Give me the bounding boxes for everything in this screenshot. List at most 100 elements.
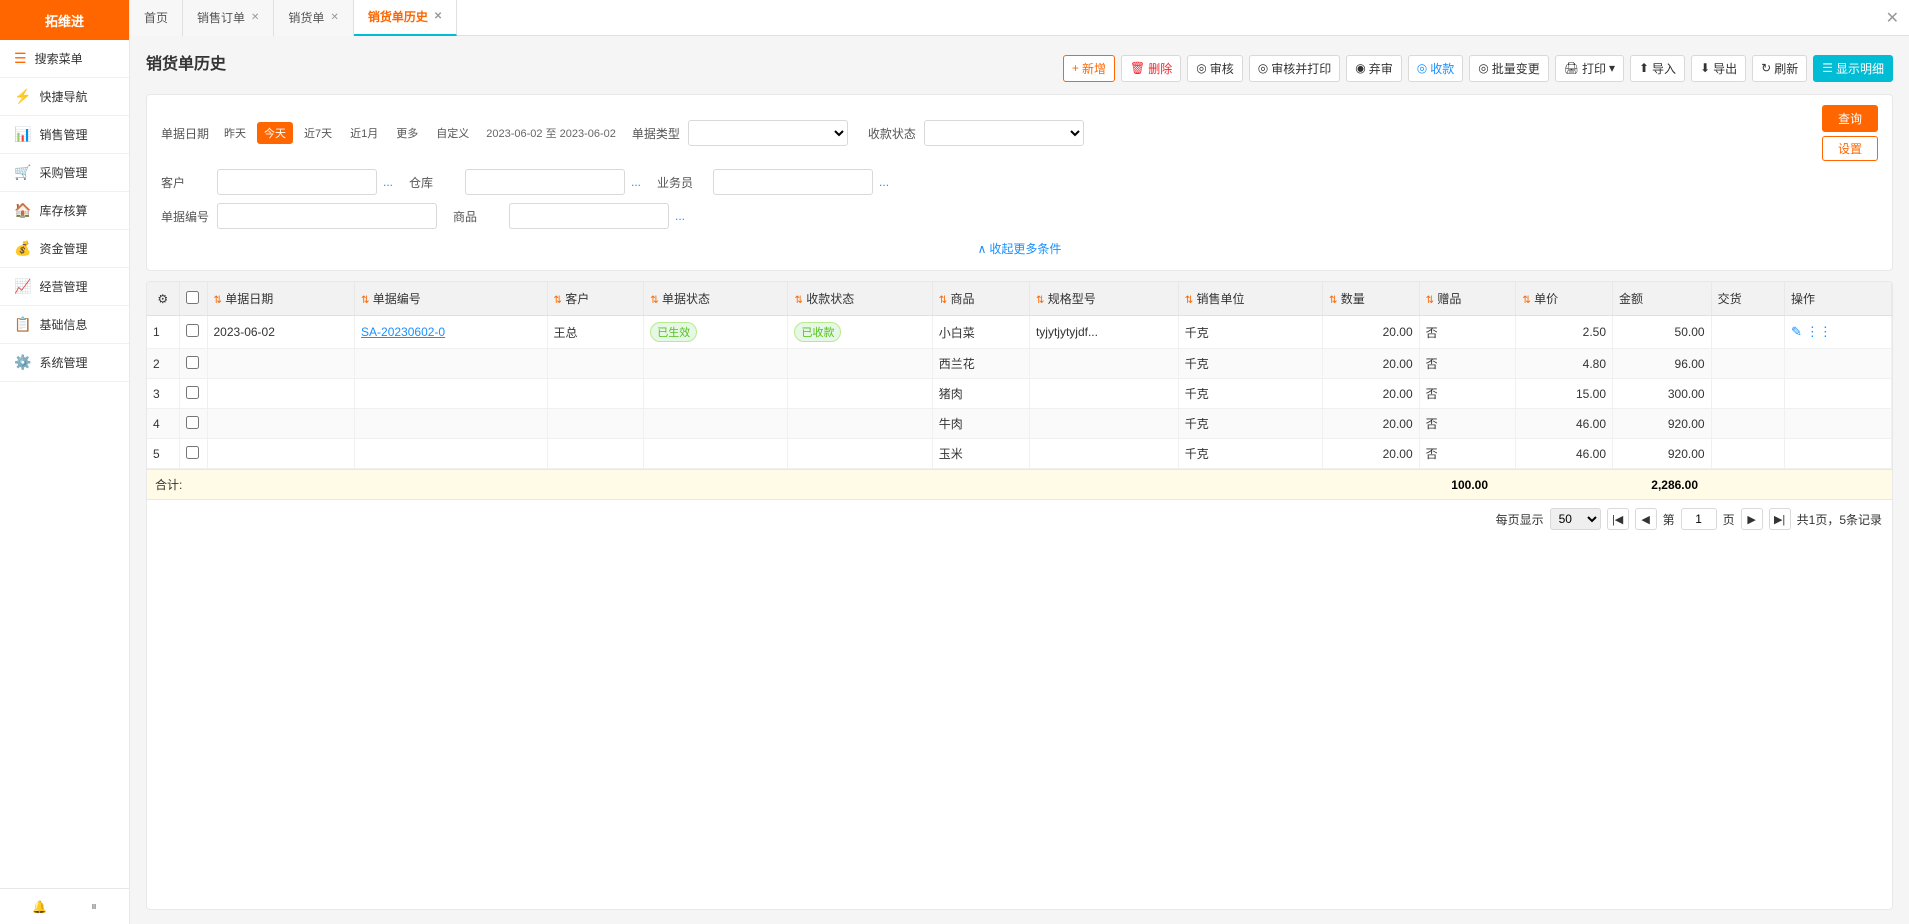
cell-sales-unit: 千克 [1178,316,1322,349]
print-button[interactable]: 🖨 打印 ▾ [1555,55,1624,82]
edit-icon[interactable]: ✎ [1791,324,1802,340]
tab-sales-delivery-history[interactable]: 销货单历史 ✕ [354,0,457,36]
collect-button[interactable]: ◎ 收款 [1408,55,1464,82]
date-btn-today[interactable]: 今天 [257,122,293,144]
payment-status-select[interactable] [924,120,1084,146]
per-page-select[interactable]: 50 100 [1550,508,1601,530]
audit-print-button[interactable]: ◎ 审核并打印 [1249,55,1341,82]
date-shortcuts: 昨天 今天 近7天 近1月 更多 自定义 [217,122,476,144]
row-checkbox-2[interactable] [186,386,199,399]
page-number-input[interactable] [1681,508,1717,530]
tab-sales-order[interactable]: 销售订单 ✕ [183,0,274,36]
tab-sales-delivery-close[interactable]: ✕ [330,12,338,23]
col-checkbox[interactable] [179,282,207,316]
salesperson-dots[interactable]: ... [879,175,889,189]
query-button[interactable]: 查询 [1822,105,1878,132]
cell-unit-price: 46.00 [1516,409,1613,439]
refresh-button[interactable]: ↻ 刷新 [1752,55,1807,82]
cell-action [1784,379,1891,409]
col-doc-date[interactable]: ⇅ 单据日期 [207,282,355,316]
sidebar-bottom-icon1[interactable]: 🔔 [32,900,47,914]
cell-checkbox[interactable] [179,409,207,439]
cell-amount: 300.00 [1613,379,1712,409]
data-table: ⚙ ⇅ 单据日期 ⇅ 单据编号 ⇅ 客户 ⇅ 单据状态 ⇅ 收款状态 ⇅ 商品 … [147,282,1892,469]
tab-home[interactable]: 首页 [130,0,183,36]
row-checkbox-3[interactable] [186,416,199,429]
col-sales-unit[interactable]: ⇅ 销售单位 [1178,282,1322,316]
col-customer[interactable]: ⇅ 客户 [547,282,644,316]
col-doc-status[interactable]: ⇅ 单据状态 [644,282,788,316]
audit-button[interactable]: ◎ 审核 [1187,55,1243,82]
table-row: 5 玉米 千克 20.00 否 46.00 920.00 [147,439,1892,469]
prev-page-btn[interactable]: ◀ [1635,508,1657,530]
refresh-icon: ↻ [1761,61,1771,75]
delete-button[interactable]: 🗑 删除 [1121,55,1181,82]
cell-checkbox[interactable] [179,379,207,409]
select-all-checkbox[interactable] [186,291,199,304]
first-page-btn[interactable]: |◀ [1607,508,1629,530]
import-button[interactable]: ⬆ 导入 [1630,55,1685,82]
tab-close-all[interactable]: ✕ [1876,8,1909,28]
doc-type-select[interactable] [688,120,848,146]
cell-checkbox[interactable] [179,349,207,379]
tab-sales-delivery[interactable]: 销货单 ✕ [274,0,353,36]
last-page-btn[interactable]: ▶| [1769,508,1791,530]
next-page-btn[interactable]: ▶ [1741,508,1763,530]
sidebar-item-finance-mgmt[interactable]: 💰 资金管理 [0,230,129,268]
sidebar-item-system-mgmt[interactable]: ⚙️ 系统管理 [0,344,129,382]
tab-sales-order-close[interactable]: ✕ [251,12,259,23]
collapse-button[interactable]: ∧ 收起更多条件 [970,237,1070,260]
date-btn-custom[interactable]: 自定义 [429,122,476,144]
col-unit-price[interactable]: ⇅ 单价 [1516,282,1613,316]
cell-checkbox[interactable] [179,316,207,349]
doc-number-input[interactable] [217,203,437,229]
export-button[interactable]: ⬇ 导出 [1691,55,1746,82]
more-icon[interactable]: ⋮⋮ [1806,324,1832,340]
warehouse-dots[interactable]: ... [631,175,641,189]
cell-gift: 否 [1419,349,1516,379]
sidebar-bottom-icon2[interactable]: ⏸ [91,899,97,914]
goods-dots[interactable]: ... [675,209,685,223]
abandon-button[interactable]: ◉ 弃审 [1346,55,1402,82]
warehouse-input[interactable] [465,169,625,195]
col-quantity[interactable]: ⇅ 数量 [1322,282,1419,316]
customer-input[interactable] [217,169,377,195]
date-btn-yesterday[interactable]: 昨天 [217,122,253,144]
cell-payment-status [788,409,932,439]
new-button[interactable]: + 新增 [1063,55,1115,82]
set-button[interactable]: 设置 [1822,136,1878,161]
cell-spec-model [1029,379,1178,409]
date-btn-more[interactable]: 更多 [389,122,425,144]
sidebar-item-sales-mgmt[interactable]: 📊 销售管理 [0,116,129,154]
col-spec-model[interactable]: ⇅ 规格型号 [1029,282,1178,316]
customer-dots[interactable]: ... [383,175,393,189]
col-amount: 金额 [1613,282,1712,316]
col-goods[interactable]: ⇅ 商品 [932,282,1029,316]
sidebar-item-inventory[interactable]: 🏠 库存核算 [0,192,129,230]
row-checkbox-0[interactable] [186,324,199,337]
sidebar-item-basic-info[interactable]: 📋 基础信息 [0,306,129,344]
col-settings[interactable]: ⚙ [147,282,179,316]
date-btn-7days[interactable]: 近7天 [297,122,339,144]
date-btn-1month[interactable]: 近1月 [343,122,385,144]
show-detail-button[interactable]: ☰ 显示明细 [1813,55,1893,82]
filter-customer: 客户 ... [161,169,393,195]
col-doc-number[interactable]: ⇅ 单据编号 [355,282,548,316]
tab-sales-delivery-history-close[interactable]: ✕ [434,11,442,22]
row-checkbox-4[interactable] [186,446,199,459]
batch-change-button[interactable]: ◎ 批量变更 [1469,55,1549,82]
cell-row-num: 1 [147,316,179,349]
col-gift[interactable]: ⇅ 赠品 [1419,282,1516,316]
row-checkbox-1[interactable] [186,356,199,369]
goods-input[interactable] [509,203,669,229]
doc-number-link[interactable]: SA-20230602-0 [361,325,445,339]
purchase-mgmt-icon: 🛒 [14,164,31,181]
cell-checkbox[interactable] [179,439,207,469]
sidebar-item-quick-nav[interactable]: ⚡ 快捷导航 [0,78,129,116]
col-payment-status[interactable]: ⇅ 收款状态 [788,282,932,316]
salesperson-input[interactable] [713,169,873,195]
cell-transaction [1711,316,1784,349]
sidebar-item-purchase-mgmt[interactable]: 🛒 采购管理 [0,154,129,192]
sidebar-item-operations-mgmt[interactable]: 📈 经营管理 [0,268,129,306]
sidebar-item-search-menu[interactable]: ☰ 搜索菜单 [0,40,129,78]
